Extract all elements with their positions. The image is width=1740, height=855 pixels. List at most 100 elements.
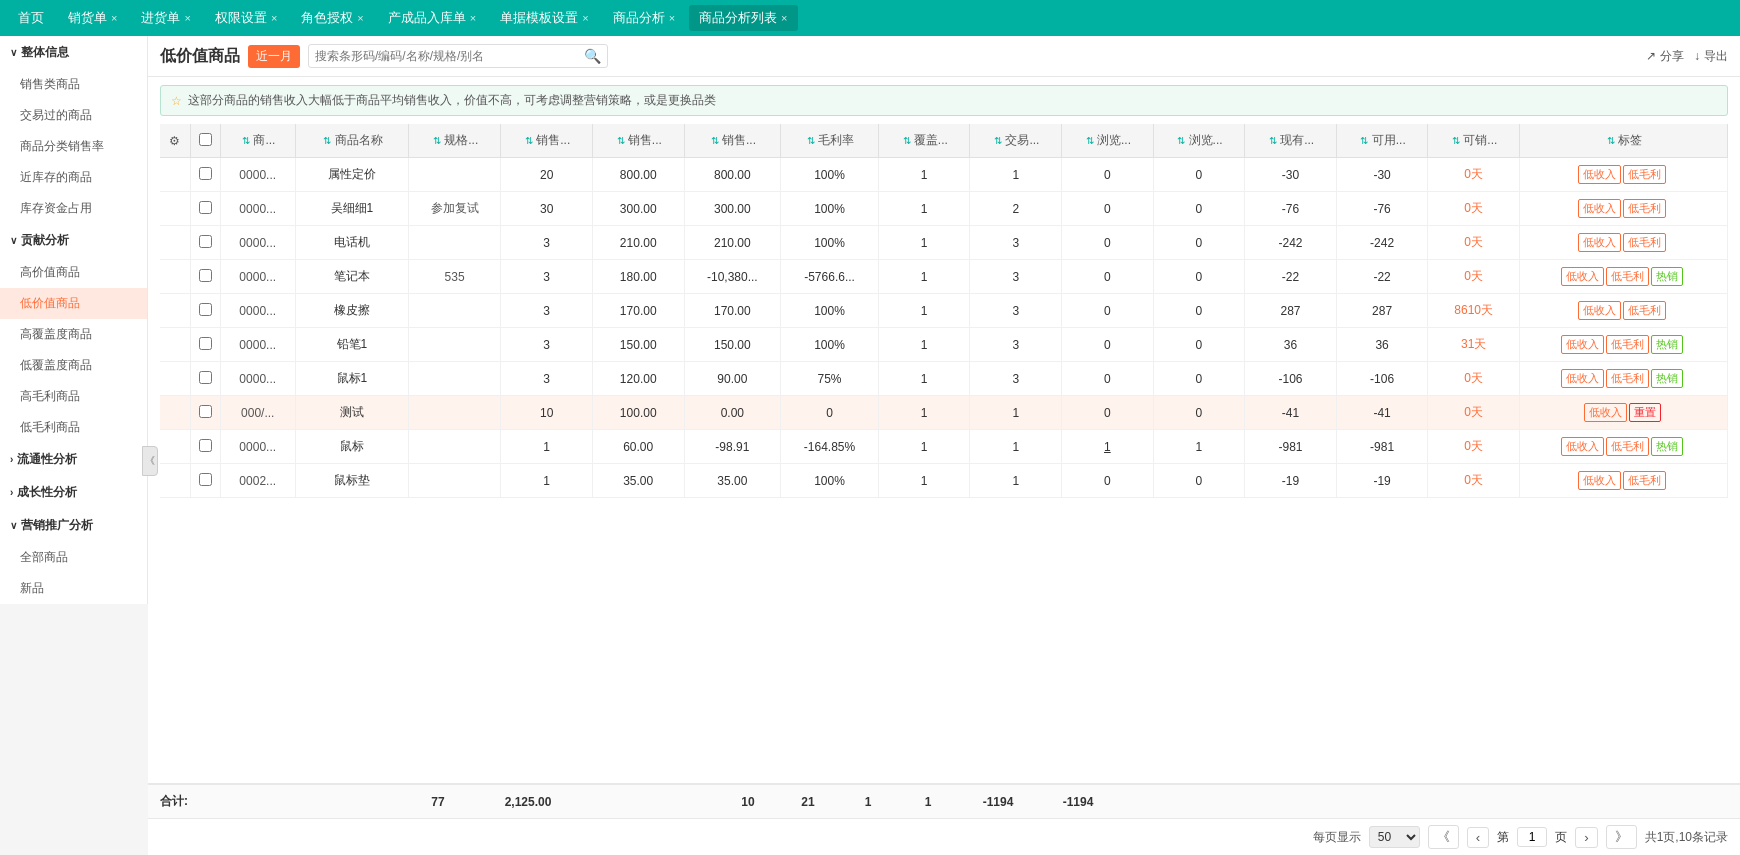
select-all-checkbox[interactable] — [199, 133, 212, 146]
sidebar-item-low-profit[interactable]: 低毛利商品 — [0, 412, 147, 443]
sidebar-item-new-goods[interactable]: 新品 — [0, 573, 147, 604]
td-tags: 低收入低毛利 — [1519, 226, 1727, 260]
th-current-stock[interactable]: ⇅ 现有... — [1245, 124, 1337, 158]
td-current-stock: -19 — [1245, 464, 1337, 498]
sidebar-item-stock-capital[interactable]: 库存资金占用 — [0, 193, 147, 224]
header-right: ↗ 分享 ↓ 导出 — [1646, 48, 1728, 65]
th-code[interactable]: ⇅ 商... — [220, 124, 295, 158]
search-icon[interactable]: 🔍 — [584, 48, 601, 64]
td-tags: 低收入低毛利 — [1519, 192, 1727, 226]
td-settings — [160, 362, 190, 396]
sidebar-item-all-goods[interactable]: 全部商品 — [0, 542, 147, 573]
nav-close-sales[interactable]: × — [111, 12, 117, 24]
view-count-link[interactable]: 1 — [1104, 440, 1111, 454]
th-tags[interactable]: ⇅ 标签 — [1519, 124, 1727, 158]
td-sale-qty: 3 — [501, 362, 593, 396]
share-button[interactable]: ↗ 分享 — [1646, 48, 1684, 65]
nav-item-sales[interactable]: 销货单 × — [58, 5, 127, 31]
nav-close-analysis[interactable]: × — [669, 12, 675, 24]
row-checkbox-1[interactable] — [199, 201, 212, 214]
td-sellable-days: 0天 — [1428, 260, 1520, 294]
nav-close-roles[interactable]: × — [357, 12, 363, 24]
td-name: 鼠标垫 — [295, 464, 408, 498]
nav-item-purchase[interactable]: 进货单 × — [131, 5, 200, 31]
th-coverage[interactable]: ⇅ 覆盖... — [878, 124, 970, 158]
sidebar-item-sales-goods[interactable]: 销售类商品 — [0, 69, 147, 100]
th-sale-profit[interactable]: ⇅ 销售... — [684, 124, 781, 158]
td-sale-profit: 90.00 — [684, 362, 781, 396]
search-input[interactable] — [315, 49, 580, 63]
nav-item-template[interactable]: 单据模板设置 × — [490, 5, 598, 31]
nav-item-analysis-list[interactable]: 商品分析列表 × — [689, 5, 797, 31]
sidebar-item-low-stock[interactable]: 近库存的商品 — [0, 162, 147, 193]
th-sellable-days[interactable]: ⇅ 可销... — [1428, 124, 1520, 158]
td-sale-qty: 1 — [501, 464, 593, 498]
sidebar-item-category-rate[interactable]: 商品分类销售率 — [0, 131, 147, 162]
last-page-button[interactable]: 》 — [1606, 825, 1637, 849]
th-sale-amount[interactable]: ⇅ 销售... — [592, 124, 684, 158]
td-current-stock: 287 — [1245, 294, 1337, 328]
row-checkbox-9[interactable] — [199, 473, 212, 486]
sidebar-group-growth[interactable]: › 成长性分析 — [0, 476, 147, 509]
first-page-button[interactable]: 《 — [1428, 825, 1459, 849]
td-view-count: 1 — [1062, 430, 1154, 464]
th-transaction[interactable]: ⇅ 交易... — [970, 124, 1062, 158]
sidebar-group-circulation[interactable]: › 流通性分析 — [0, 443, 147, 476]
page-size-select[interactable]: 50 100 200 — [1369, 826, 1420, 848]
td-available-stock: -41 — [1336, 396, 1428, 430]
nav-close-purchase[interactable]: × — [184, 12, 190, 24]
nav-item-stock-in[interactable]: 产成品入库单 × — [378, 5, 486, 31]
td-checkbox — [190, 226, 220, 260]
td-spec — [408, 430, 501, 464]
td-available-stock: -30 — [1336, 158, 1428, 192]
sidebar-item-low-coverage[interactable]: 低覆盖度商品 — [0, 350, 147, 381]
td-margin: -164.85% — [781, 430, 879, 464]
prev-page-button[interactable]: ‹ — [1467, 827, 1489, 848]
row-checkbox-8[interactable] — [199, 439, 212, 452]
nav-close-analysis-list[interactable]: × — [781, 12, 787, 24]
sidebar-group-contribution[interactable]: ∨ 贡献分析 — [0, 224, 147, 257]
td-margin: 100% — [781, 192, 879, 226]
nav-close-stock-in[interactable]: × — [470, 12, 476, 24]
th-sale-qty[interactable]: ⇅ 销售... — [501, 124, 593, 158]
sidebar-item-low-value[interactable]: 低价值商品 — [0, 288, 147, 319]
td-checkbox — [190, 396, 220, 430]
row-checkbox-2[interactable] — [199, 235, 212, 248]
nav-item-permissions[interactable]: 权限设置 × — [205, 5, 287, 31]
th-settings[interactable]: ⚙ — [160, 124, 190, 158]
td-current-stock: -30 — [1245, 158, 1337, 192]
row-checkbox-7[interactable] — [199, 405, 212, 418]
nav-close-permissions[interactable]: × — [271, 12, 277, 24]
sidebar-item-high-coverage[interactable]: 高覆盖度商品 — [0, 319, 147, 350]
sidebar-item-high-value[interactable]: 高价值商品 — [0, 257, 147, 288]
nav-item-analysis[interactable]: 商品分析 × — [603, 5, 685, 31]
row-checkbox-5[interactable] — [199, 337, 212, 350]
td-current-stock: -242 — [1245, 226, 1337, 260]
sidebar-group-general[interactable]: ∨ 整体信息 — [0, 36, 147, 69]
row-checkbox-3[interactable] — [199, 269, 212, 282]
page-input[interactable] — [1517, 827, 1547, 847]
nav-item-home[interactable]: 首页 — [8, 5, 54, 31]
sort-icon4: ⇅ — [525, 135, 533, 146]
row-checkbox-0[interactable] — [199, 167, 212, 180]
row-checkbox-4[interactable] — [199, 303, 212, 316]
sidebar-group-marketing[interactable]: ∨ 营销推广分析 — [0, 509, 147, 542]
th-available-stock[interactable]: ⇅ 可用... — [1336, 124, 1428, 158]
row-checkbox-6[interactable] — [199, 371, 212, 384]
sidebar-item-traded-goods[interactable]: 交易过的商品 — [0, 100, 147, 131]
sidebar-item-high-profit[interactable]: 高毛利商品 — [0, 381, 147, 412]
th-margin[interactable]: ⇅ 毛利率 — [781, 124, 879, 158]
time-filter-button[interactable]: 近一月 — [248, 45, 300, 68]
sidebar-collapse-button[interactable]: 《 — [142, 446, 158, 476]
nav-close-template[interactable]: × — [582, 12, 588, 24]
next-page-button[interactable]: › — [1575, 827, 1597, 848]
th-view-rate[interactable]: ⇅ 浏览... — [1153, 124, 1245, 158]
export-button[interactable]: ↓ 导出 — [1694, 48, 1728, 65]
nav-item-roles[interactable]: 角色授权 × — [291, 5, 373, 31]
th-name[interactable]: ⇅ 商品名称 — [295, 124, 408, 158]
footer-sale-amount: 2,125.00 — [488, 795, 568, 809]
th-spec[interactable]: ⇅ 规格... — [408, 124, 501, 158]
sort-icon5: ⇅ — [617, 135, 625, 146]
th-view-count[interactable]: ⇅ 浏览... — [1062, 124, 1154, 158]
td-sellable-days: 0天 — [1428, 464, 1520, 498]
